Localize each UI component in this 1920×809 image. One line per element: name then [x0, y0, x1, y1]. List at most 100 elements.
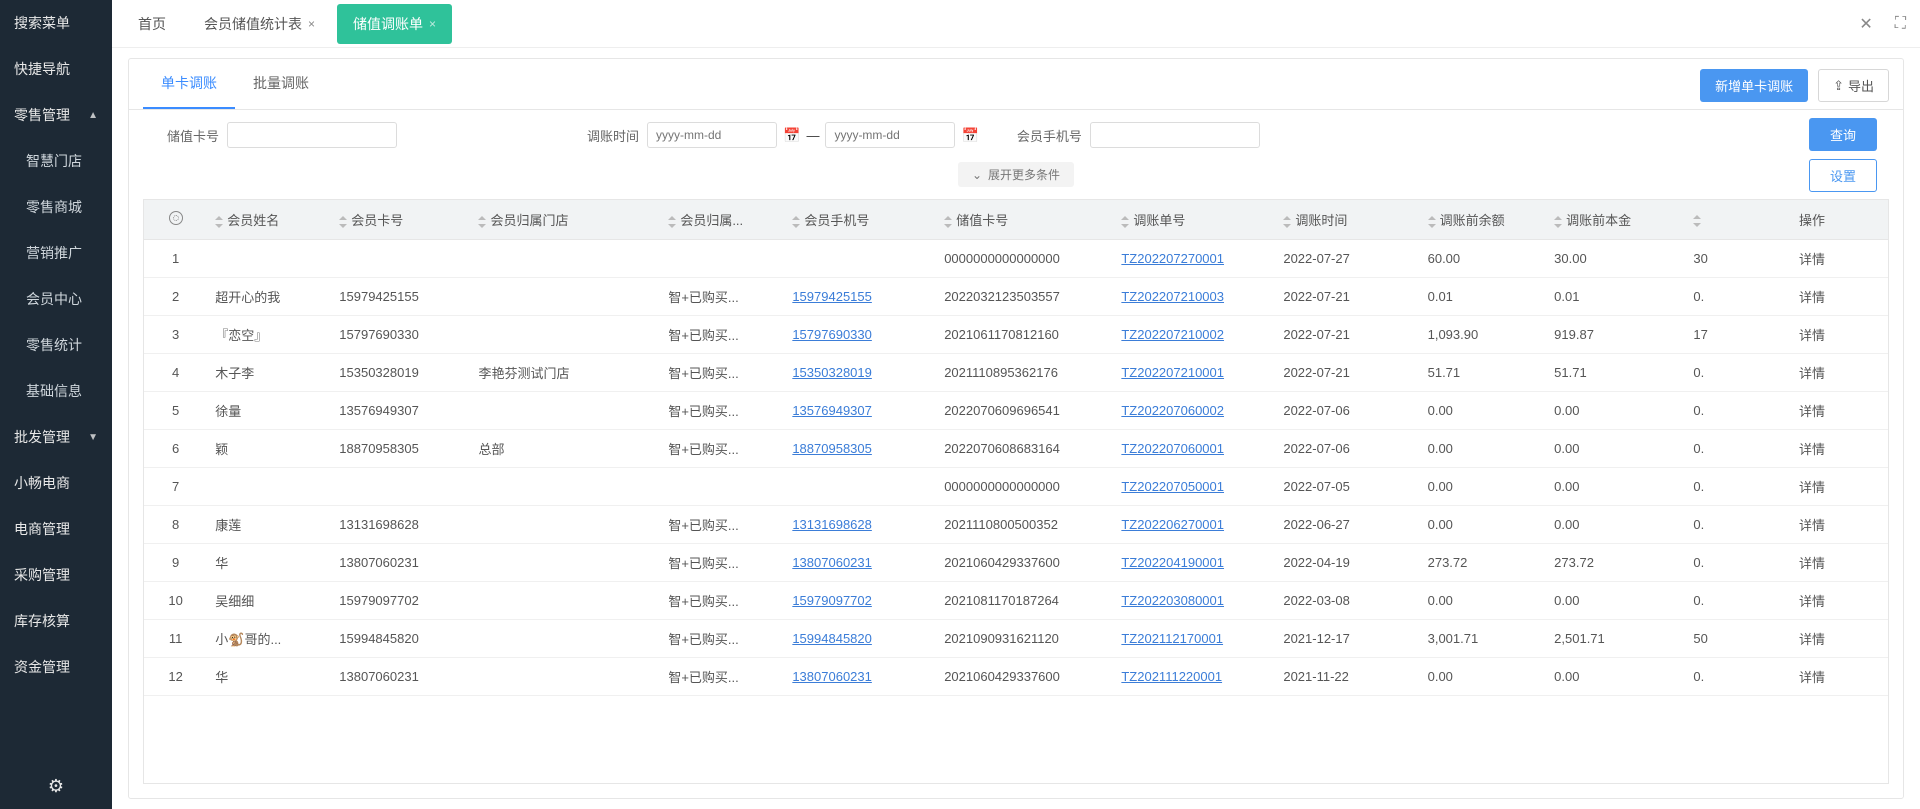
cell-phone[interactable]: 15979425155 [784, 278, 936, 316]
sort-icon[interactable] [478, 216, 486, 228]
export-button[interactable]: ⇪导出 [1818, 69, 1889, 102]
cell-op[interactable]: 详情 [1736, 544, 1888, 582]
col-header-8[interactable]: 调账时间 [1275, 200, 1419, 240]
date-to-input[interactable] [825, 122, 955, 148]
sidebar-item-6[interactable]: 会员中心 [0, 276, 112, 322]
fullscreen-icon[interactable]: ⛶ [1891, 11, 1910, 37]
sidebar-item-8[interactable]: 基础信息 [0, 368, 112, 414]
sidebar-item-7[interactable]: 零售统计 [0, 322, 112, 368]
sort-icon[interactable] [1283, 216, 1291, 228]
sidebar-item-13[interactable]: 库存核算 [0, 598, 112, 644]
sidebar-item-11[interactable]: 电商管理 [0, 506, 112, 552]
cell-order[interactable]: TZ202207050001 [1113, 468, 1275, 506]
close-icon[interactable]: ✕ [1855, 10, 1876, 38]
col-header-12[interactable]: 操作 [1736, 200, 1888, 240]
calendar-icon[interactable]: 📅 [783, 127, 800, 144]
cell-op[interactable]: 详情 [1736, 354, 1888, 392]
cell-op[interactable]: 详情 [1736, 620, 1888, 658]
tab-0[interactable]: 首页 [122, 4, 182, 44]
gear-icon[interactable] [169, 211, 183, 225]
cell-order[interactable]: TZ202207060002 [1113, 392, 1275, 430]
col-header-0[interactable] [144, 200, 207, 240]
cell-phone[interactable]: 18870958305 [784, 430, 936, 468]
sort-icon[interactable] [792, 216, 800, 228]
cell-op[interactable]: 详情 [1736, 506, 1888, 544]
settings-button[interactable]: 设置 [1809, 159, 1877, 192]
cell-order[interactable]: TZ202207210003 [1113, 278, 1275, 316]
subtab-0[interactable]: 单卡调账 [143, 59, 235, 109]
cell-order[interactable]: TZ202207210002 [1113, 316, 1275, 354]
cell-phone[interactable]: 15979097702 [784, 582, 936, 620]
card-input[interactable] [227, 122, 397, 148]
sidebar-item-10[interactable]: 小畅电商 [0, 460, 112, 506]
sidebar-settings-icon[interactable]: ⚙ [0, 764, 112, 809]
cell-order[interactable]: TZ202206270001 [1113, 506, 1275, 544]
cell-op[interactable]: 详情 [1736, 392, 1888, 430]
cell-phone[interactable] [784, 240, 936, 278]
cell-order[interactable]: TZ202207060001 [1113, 430, 1275, 468]
expand-filters-button[interactable]: ⌄ 展开更多条件 [958, 162, 1074, 187]
sidebar-item-2[interactable]: 零售管理▲ [0, 92, 112, 138]
tab-2[interactable]: 储值调账单× [337, 4, 452, 44]
sort-icon[interactable] [668, 216, 676, 228]
cell-phone[interactable]: 15350328019 [784, 354, 936, 392]
calendar-icon[interactable]: 📅 [961, 127, 978, 144]
cell-order[interactable]: TZ202111220001 [1113, 658, 1275, 696]
cell-member-card: 18870958305 [331, 430, 470, 468]
col-header-5[interactable]: 会员手机号 [784, 200, 936, 240]
cell-phone[interactable]: 13131698628 [784, 506, 936, 544]
tab-close-icon[interactable]: × [429, 17, 436, 31]
col-header-7[interactable]: 调账单号 [1113, 200, 1275, 240]
tab-1[interactable]: 会员储值统计表× [188, 4, 331, 44]
row-index: 5 [144, 392, 207, 430]
cell-op[interactable]: 详情 [1736, 468, 1888, 506]
sidebar-item-4[interactable]: 零售商城 [0, 184, 112, 230]
col-header-10[interactable]: 调账前本金 [1546, 200, 1685, 240]
cell-phone[interactable]: 13807060231 [784, 544, 936, 582]
cell-order[interactable]: TZ202203080001 [1113, 582, 1275, 620]
sidebar-item-14[interactable]: 资金管理 [0, 644, 112, 690]
cell-phone[interactable]: 15994845820 [784, 620, 936, 658]
date-from-input[interactable] [647, 122, 777, 148]
sort-icon[interactable] [215, 216, 223, 228]
sidebar-item-12[interactable]: 采购管理 [0, 552, 112, 598]
sort-icon[interactable] [339, 216, 347, 228]
tab-close-icon[interactable]: × [308, 17, 315, 31]
cell-op[interactable]: 详情 [1736, 658, 1888, 696]
cell-phone[interactable]: 13576949307 [784, 392, 936, 430]
cell-phone[interactable]: 13807060231 [784, 658, 936, 696]
cell-op[interactable]: 详情 [1736, 316, 1888, 354]
cell-order[interactable]: TZ202207210001 [1113, 354, 1275, 392]
col-header-6[interactable]: 储值卡号 [936, 200, 1113, 240]
sidebar-item-5[interactable]: 营销推广 [0, 230, 112, 276]
col-header-1[interactable]: 会员姓名 [207, 200, 331, 240]
cell-op[interactable]: 详情 [1736, 278, 1888, 316]
sidebar-item-0[interactable]: 搜索菜单 [0, 0, 112, 46]
sort-icon[interactable] [1554, 216, 1562, 228]
sort-icon[interactable] [944, 216, 952, 228]
col-header-11[interactable] [1685, 200, 1736, 240]
query-button[interactable]: 查询 [1809, 118, 1877, 151]
sidebar-item-1[interactable]: 快捷导航 [0, 46, 112, 92]
cell-amt1: 0.00 [1420, 468, 1547, 506]
cell-order[interactable]: TZ202112170001 [1113, 620, 1275, 658]
cell-order[interactable]: TZ202207270001 [1113, 240, 1275, 278]
cell-phone[interactable]: 15797690330 [784, 316, 936, 354]
add-single-adjust-button[interactable]: 新增单卡调账 [1700, 69, 1808, 102]
cell-op[interactable]: 详情 [1736, 582, 1888, 620]
sidebar-item-9[interactable]: 批发管理▼ [0, 414, 112, 460]
sort-icon[interactable] [1693, 215, 1701, 227]
phone-input[interactable] [1090, 122, 1260, 148]
subtab-1[interactable]: 批量调账 [235, 59, 327, 109]
sort-icon[interactable] [1428, 216, 1436, 228]
cell-op[interactable]: 详情 [1736, 240, 1888, 278]
col-header-2[interactable]: 会员卡号 [331, 200, 470, 240]
col-header-3[interactable]: 会员归属门店 [470, 200, 660, 240]
sidebar-item-3[interactable]: 智慧门店 [0, 138, 112, 184]
cell-phone[interactable] [784, 468, 936, 506]
col-header-9[interactable]: 调账前余额 [1420, 200, 1547, 240]
col-header-4[interactable]: 会员归属... [660, 200, 784, 240]
cell-op[interactable]: 详情 [1736, 430, 1888, 468]
sort-icon[interactable] [1121, 216, 1129, 228]
cell-order[interactable]: TZ202204190001 [1113, 544, 1275, 582]
